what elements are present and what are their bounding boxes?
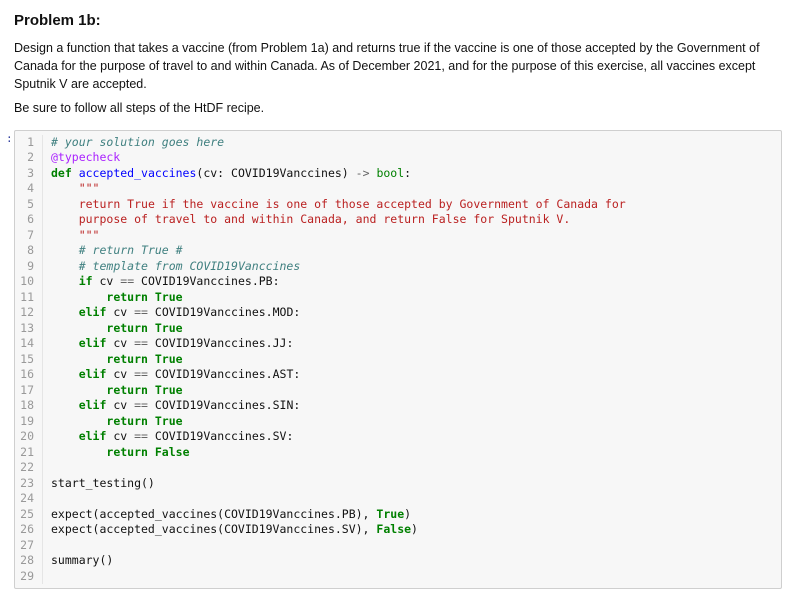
line-number: 21 xyxy=(15,445,43,461)
code-content[interactable]: elif cv == COVID19Vanccines.MOD: xyxy=(43,305,781,321)
problem-description-1: Design a function that takes a vaccine (… xyxy=(14,39,782,93)
code-content[interactable]: """ xyxy=(43,228,781,244)
code-line[interactable]: 28summary() xyxy=(15,553,781,569)
code-content[interactable]: summary() xyxy=(43,553,781,569)
code-content[interactable]: elif cv == COVID19Vanccines.AST: xyxy=(43,367,781,383)
line-number: 6 xyxy=(15,212,43,228)
line-number: 24 xyxy=(15,491,43,507)
code-line[interactable]: 17 return True xyxy=(15,383,781,399)
code-line[interactable]: 16 elif cv == COVID19Vanccines.AST: xyxy=(15,367,781,383)
code-line[interactable]: 12 elif cv == COVID19Vanccines.MOD: xyxy=(15,305,781,321)
code-line[interactable]: 27 xyxy=(15,538,781,554)
line-number: 23 xyxy=(15,476,43,492)
line-number: 10 xyxy=(15,274,43,290)
code-line[interactable]: 2@typecheck xyxy=(15,150,781,166)
line-number: 13 xyxy=(15,321,43,337)
problem-description-2: Be sure to follow all steps of the HtDF … xyxy=(14,99,782,117)
code-content[interactable]: return True xyxy=(43,290,781,306)
code-content[interactable]: return True if the vaccine is one of tho… xyxy=(43,197,781,213)
code-cell-wrapper: : 1# your solution goes here2@typecheck3… xyxy=(14,130,782,590)
code-line[interactable]: 14 elif cv == COVID19Vanccines.JJ: xyxy=(15,336,781,352)
line-number: 26 xyxy=(15,522,43,538)
code-content[interactable]: expect(accepted_vaccines(COVID19Vanccine… xyxy=(43,507,781,523)
code-content[interactable]: purpose of travel to and within Canada, … xyxy=(43,212,781,228)
line-number: 4 xyxy=(15,181,43,197)
line-number: 9 xyxy=(15,259,43,275)
code-line[interactable]: 22 xyxy=(15,460,781,476)
code-line[interactable]: 20 elif cv == COVID19Vanccines.SV: xyxy=(15,429,781,445)
code-content[interactable]: elif cv == COVID19Vanccines.SIN: xyxy=(43,398,781,414)
code-content[interactable]: elif cv == COVID19Vanccines.JJ: xyxy=(43,336,781,352)
code-line[interactable]: 19 return True xyxy=(15,414,781,430)
code-content[interactable]: return True xyxy=(43,321,781,337)
code-content[interactable]: @typecheck xyxy=(43,150,781,166)
code-content[interactable] xyxy=(43,538,781,554)
code-content[interactable] xyxy=(43,460,781,476)
code-line[interactable]: 21 return False xyxy=(15,445,781,461)
code-content[interactable]: expect(accepted_vaccines(COVID19Vanccine… xyxy=(43,522,781,538)
line-number: 25 xyxy=(15,507,43,523)
line-number: 18 xyxy=(15,398,43,414)
line-number: 15 xyxy=(15,352,43,368)
code-line[interactable]: 25expect(accepted_vaccines(COVID19Vancci… xyxy=(15,507,781,523)
code-content[interactable] xyxy=(43,569,781,585)
code-line[interactable]: 15 return True xyxy=(15,352,781,368)
line-number: 14 xyxy=(15,336,43,352)
code-content[interactable]: # your solution goes here xyxy=(43,135,781,151)
code-content[interactable] xyxy=(43,491,781,507)
code-line[interactable]: 24 xyxy=(15,491,781,507)
code-content[interactable]: # return True # xyxy=(43,243,781,259)
code-content[interactable]: def accepted_vaccines(cv: COVID19Vanccin… xyxy=(43,166,781,182)
code-content[interactable]: return True xyxy=(43,383,781,399)
code-line[interactable]: 23start_testing() xyxy=(15,476,781,492)
code-content[interactable]: elif cv == COVID19Vanccines.SV: xyxy=(43,429,781,445)
code-line[interactable]: 3def accepted_vaccines(cv: COVID19Vancci… xyxy=(15,166,781,182)
line-number: 28 xyxy=(15,553,43,569)
code-line[interactable]: 8 # return True # xyxy=(15,243,781,259)
code-content[interactable]: # template from COVID19Vanccines xyxy=(43,259,781,275)
code-content[interactable]: return False xyxy=(43,445,781,461)
code-line[interactable]: 1# your solution goes here xyxy=(15,135,781,151)
code-cell[interactable]: 1# your solution goes here2@typecheck3de… xyxy=(14,130,782,590)
code-line[interactable]: 9 # template from COVID19Vanccines xyxy=(15,259,781,275)
code-line[interactable]: 4 """ xyxy=(15,181,781,197)
line-number: 8 xyxy=(15,243,43,259)
line-number: 11 xyxy=(15,290,43,306)
line-number: 20 xyxy=(15,429,43,445)
line-number: 27 xyxy=(15,538,43,554)
code-line[interactable]: 18 elif cv == COVID19Vanccines.SIN: xyxy=(15,398,781,414)
line-number: 17 xyxy=(15,383,43,399)
problem-title: Problem 1b: xyxy=(14,12,782,29)
line-number: 19 xyxy=(15,414,43,430)
code-content[interactable]: if cv == COVID19Vanccines.PB: xyxy=(43,274,781,290)
code-line[interactable]: 6 purpose of travel to and within Canada… xyxy=(15,212,781,228)
line-number: 5 xyxy=(15,197,43,213)
code-content[interactable]: return True xyxy=(43,414,781,430)
line-number: 7 xyxy=(15,228,43,244)
line-number: 22 xyxy=(15,460,43,476)
code-line[interactable]: 7 """ xyxy=(15,228,781,244)
line-number: 16 xyxy=(15,367,43,383)
code-content[interactable]: return True xyxy=(43,352,781,368)
code-content[interactable]: """ xyxy=(43,181,781,197)
line-number: 1 xyxy=(15,135,43,151)
line-number: 12 xyxy=(15,305,43,321)
code-line[interactable]: 11 return True xyxy=(15,290,781,306)
input-prompt: : xyxy=(6,132,13,145)
code-line[interactable]: 29 xyxy=(15,569,781,585)
code-line[interactable]: 26expect(accepted_vaccines(COVID19Vancci… xyxy=(15,522,781,538)
code-line[interactable]: 13 return True xyxy=(15,321,781,337)
code-line[interactable]: 10 if cv == COVID19Vanccines.PB: xyxy=(15,274,781,290)
code-line[interactable]: 5 return True if the vaccine is one of t… xyxy=(15,197,781,213)
line-number: 29 xyxy=(15,569,43,585)
line-number: 2 xyxy=(15,150,43,166)
code-content[interactable]: start_testing() xyxy=(43,476,781,492)
line-number: 3 xyxy=(15,166,43,182)
